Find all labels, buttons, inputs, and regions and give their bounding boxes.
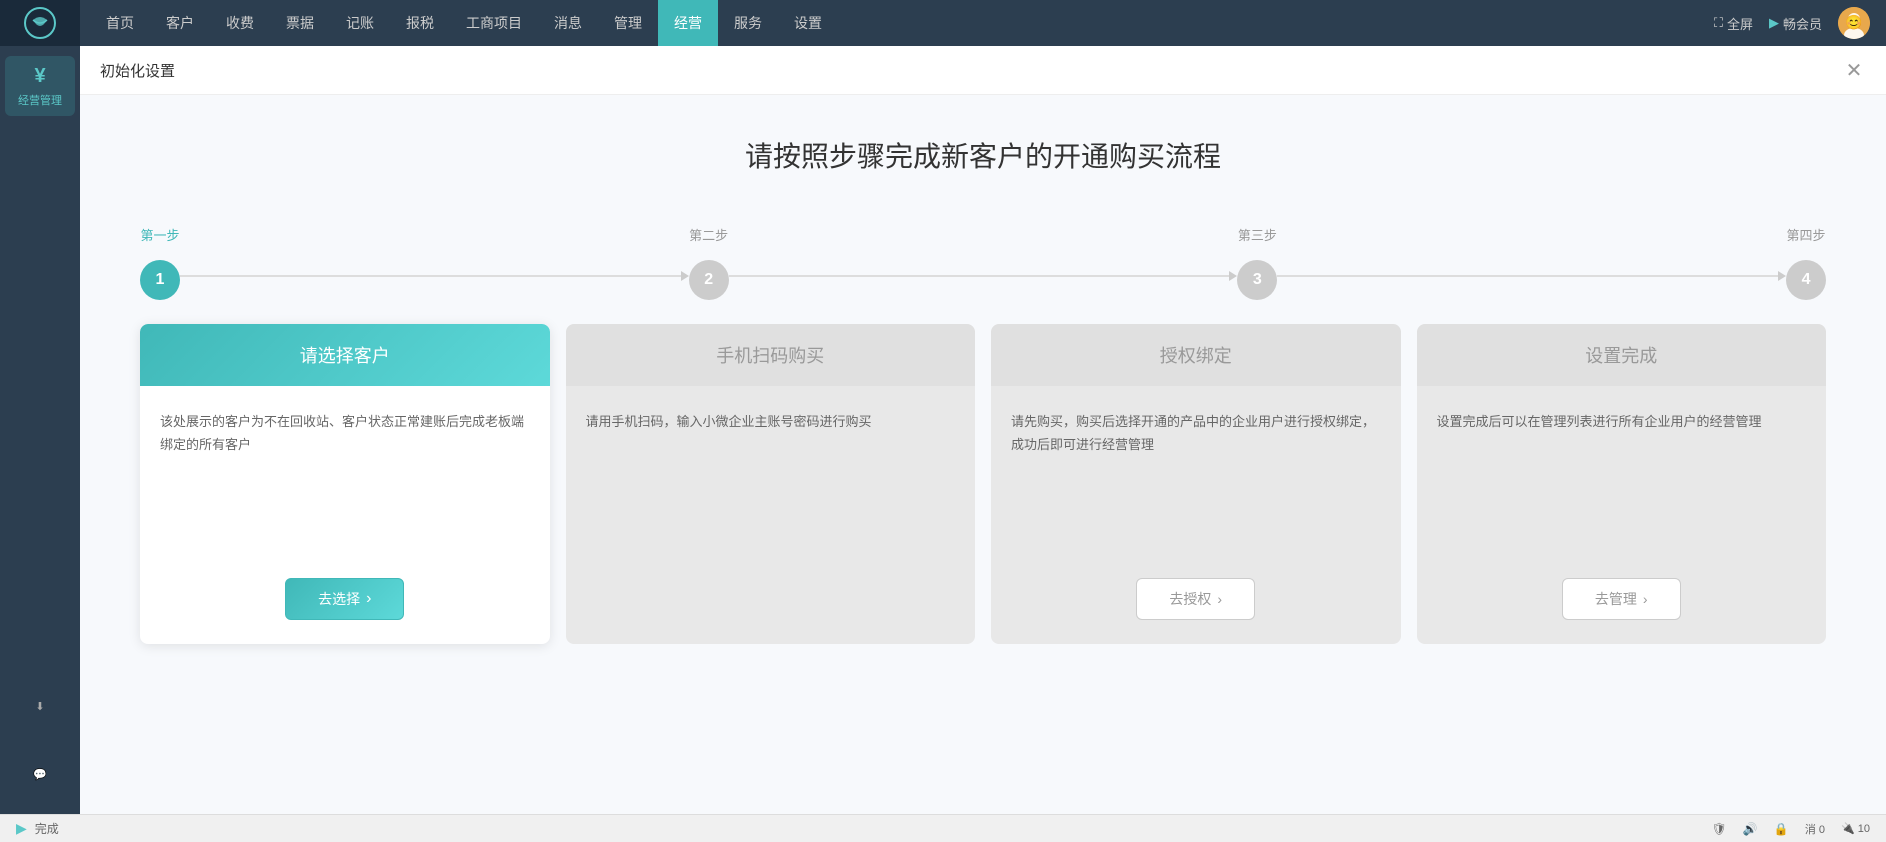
nav-home[interactable]: 首页 bbox=[90, 0, 150, 46]
line-2 bbox=[729, 275, 1230, 277]
step2-label: 第二步 bbox=[689, 225, 728, 244]
sidebar-item-label: 经营管理 bbox=[18, 92, 62, 108]
nav-operation[interactable]: 经营 bbox=[658, 0, 718, 46]
arrow-2 bbox=[1229, 271, 1237, 281]
step-cards: 请选择客户 该处展示的客户为不在回收站、客户状态正常建账后完成老板端绑定的所有客… bbox=[140, 324, 1826, 644]
member-button[interactable]: ▶ 畅会员 bbox=[1769, 14, 1822, 33]
card1-header: 请选择客户 bbox=[140, 324, 550, 386]
card4-footer: 去管理 › bbox=[1417, 562, 1827, 644]
card1-footer: 去选择 › bbox=[140, 562, 550, 644]
card1-body: 该处展示的客户为不在回收站、客户状态正常建账后完成老板端绑定的所有客户 bbox=[140, 386, 550, 562]
content-header: 初始化设置 ✕ bbox=[80, 46, 1886, 95]
card4-header: 设置完成 bbox=[1417, 324, 1827, 386]
step1-label: 第一步 bbox=[140, 225, 179, 244]
connector-1-2 bbox=[180, 225, 689, 281]
wizard-content: 请按照步骤完成新客户的开通购买流程 第一步 1 第二步 2 bbox=[80, 95, 1886, 814]
step-card-1: 请选择客户 该处展示的客户为不在回收站、客户状态正常建账后完成老板端绑定的所有客… bbox=[140, 324, 550, 644]
steps-indicator: 第一步 1 第二步 2 第三步 bbox=[140, 225, 1826, 300]
go-manage-button[interactable]: 去管理 › bbox=[1562, 578, 1681, 620]
wizard-title: 请按照步骤完成新客户的开通购买流程 bbox=[140, 135, 1826, 175]
nav-customer[interactable]: 客户 bbox=[150, 0, 210, 46]
step3-circle: 3 bbox=[1237, 260, 1277, 300]
status-bar: ▶ 完成 🛡 🔊 🔒 消 0 🔌 10 bbox=[0, 814, 1886, 842]
app-logo bbox=[24, 7, 56, 39]
step-indicator-3: 第三步 3 bbox=[1237, 225, 1277, 300]
status-bar-left: ▶ 完成 bbox=[16, 820, 59, 837]
sidebar: ¥ 经营管理 ⬇ 💬 bbox=[0, 46, 80, 814]
go-select-button[interactable]: 去选择 › bbox=[285, 578, 404, 620]
arrow-3 bbox=[1778, 271, 1786, 281]
nav-service[interactable]: 服务 bbox=[718, 0, 778, 46]
nav-invoice[interactable]: 票据 bbox=[270, 0, 330, 46]
top-navigation: 首页 客户 收费 票据 记账 报税 工商项目 消息 管理 经营 服务 设置 ⛶ … bbox=[0, 0, 1886, 46]
fullscreen-button[interactable]: ⛶ 全屏 bbox=[1714, 14, 1753, 33]
sidebar-support[interactable]: 💬 bbox=[5, 744, 75, 804]
nav-message[interactable]: 消息 bbox=[538, 0, 598, 46]
card3-header: 授权绑定 bbox=[991, 324, 1401, 386]
step-indicator-4: 第四步 4 bbox=[1786, 225, 1826, 300]
lock-icon: 🔒 bbox=[1774, 822, 1789, 836]
play-nav-icon: ▶ bbox=[1769, 15, 1779, 31]
connector-2-3 bbox=[729, 225, 1238, 281]
step4-circle: 4 bbox=[1786, 260, 1826, 300]
card4-body: 设置完成后可以在管理列表进行所有企业用户的经营管理 bbox=[1417, 386, 1827, 562]
user-avatar[interactable]: 😊 bbox=[1838, 7, 1870, 39]
nav-tax[interactable]: 报税 bbox=[390, 0, 450, 46]
manage-arrow-icon: › bbox=[1643, 591, 1648, 607]
step-card-3: 授权绑定 请先购买，购买后选择开通的产品中的企业用户进行授权绑定，成功后即可进行… bbox=[991, 324, 1401, 644]
volume-icon: 🔊 bbox=[1743, 822, 1758, 836]
nav-industry[interactable]: 工商项目 bbox=[450, 0, 538, 46]
shield-icon: 🛡 bbox=[1712, 822, 1727, 836]
status-label: 完成 bbox=[35, 820, 59, 837]
nav-manage[interactable]: 管理 bbox=[598, 0, 658, 46]
card2-header: 手机扫码购买 bbox=[566, 324, 976, 386]
nav-right-area: ⛶ 全屏 ▶ 畅会员 😊 bbox=[1714, 7, 1886, 39]
page-title: 初始化设置 bbox=[100, 60, 175, 81]
svg-text:😊: 😊 bbox=[1845, 14, 1862, 30]
nav-menu: 首页 客户 收费 票据 记账 报税 工商项目 消息 管理 经营 服务 设置 bbox=[80, 0, 1714, 46]
sidebar-download[interactable]: ⬇ bbox=[5, 676, 75, 736]
step-card-2: 手机扫码购买 请用手机扫码，输入小微企业主账号密码进行购买 bbox=[566, 324, 976, 644]
step-indicator-1: 第一步 1 bbox=[140, 225, 180, 300]
fullscreen-icon: ⛶ bbox=[1714, 15, 1723, 31]
card2-footer bbox=[566, 604, 976, 644]
step-indicator-2: 第二步 2 bbox=[689, 225, 729, 300]
status-bar-right: 🛡 🔊 🔒 消 0 🔌 10 bbox=[1712, 821, 1870, 837]
support-icon: 💬 bbox=[33, 768, 47, 781]
arrow-1 bbox=[681, 271, 689, 281]
step3-label: 第三步 bbox=[1238, 225, 1277, 244]
line-1 bbox=[180, 275, 681, 277]
select-arrow-icon: › bbox=[366, 590, 371, 608]
card2-body: 请用手机扫码，输入小微企业主账号密码进行购买 bbox=[566, 386, 976, 604]
content-area: 初始化设置 ✕ 请按照步骤完成新客户的开通购买流程 第一步 1 第二步 bbox=[80, 46, 1886, 814]
logo-area bbox=[0, 0, 80, 46]
nav-billing[interactable]: 收费 bbox=[210, 0, 270, 46]
play-status-icon: ▶ bbox=[16, 820, 27, 837]
step4-label: 第四步 bbox=[1787, 225, 1826, 244]
step-card-4: 设置完成 设置完成后可以在管理列表进行所有企业用户的经营管理 去管理 › bbox=[1417, 324, 1827, 644]
close-button[interactable]: ✕ bbox=[1842, 58, 1866, 82]
network-icon: 🔌 10 bbox=[1841, 822, 1870, 835]
line-3 bbox=[1277, 275, 1778, 277]
connector-3-4 bbox=[1277, 225, 1786, 281]
yuan-icon: ¥ bbox=[34, 65, 45, 88]
nav-settings[interactable]: 设置 bbox=[778, 0, 838, 46]
step2-circle: 2 bbox=[689, 260, 729, 300]
step1-circle: 1 bbox=[140, 260, 180, 300]
main-layout: ¥ 经营管理 ⬇ 💬 初始化设置 ✕ 请按照步骤完成新客户的开通购买流程 bbox=[0, 46, 1886, 814]
chat-icon: 消 0 bbox=[1805, 821, 1825, 837]
authorize-arrow-icon: › bbox=[1217, 591, 1222, 607]
card3-body: 请先购买，购买后选择开通的产品中的企业用户进行授权绑定，成功后即可进行经营管理 bbox=[991, 386, 1401, 562]
nav-accounting[interactable]: 记账 bbox=[330, 0, 390, 46]
sidebar-bottom: ⬇ 💬 bbox=[5, 676, 75, 804]
card3-footer: 去授权 › bbox=[991, 562, 1401, 644]
download-icon: ⬇ bbox=[35, 700, 44, 713]
sidebar-item-operation[interactable]: ¥ 经营管理 bbox=[5, 56, 75, 116]
go-authorize-button[interactable]: 去授权 › bbox=[1136, 578, 1255, 620]
